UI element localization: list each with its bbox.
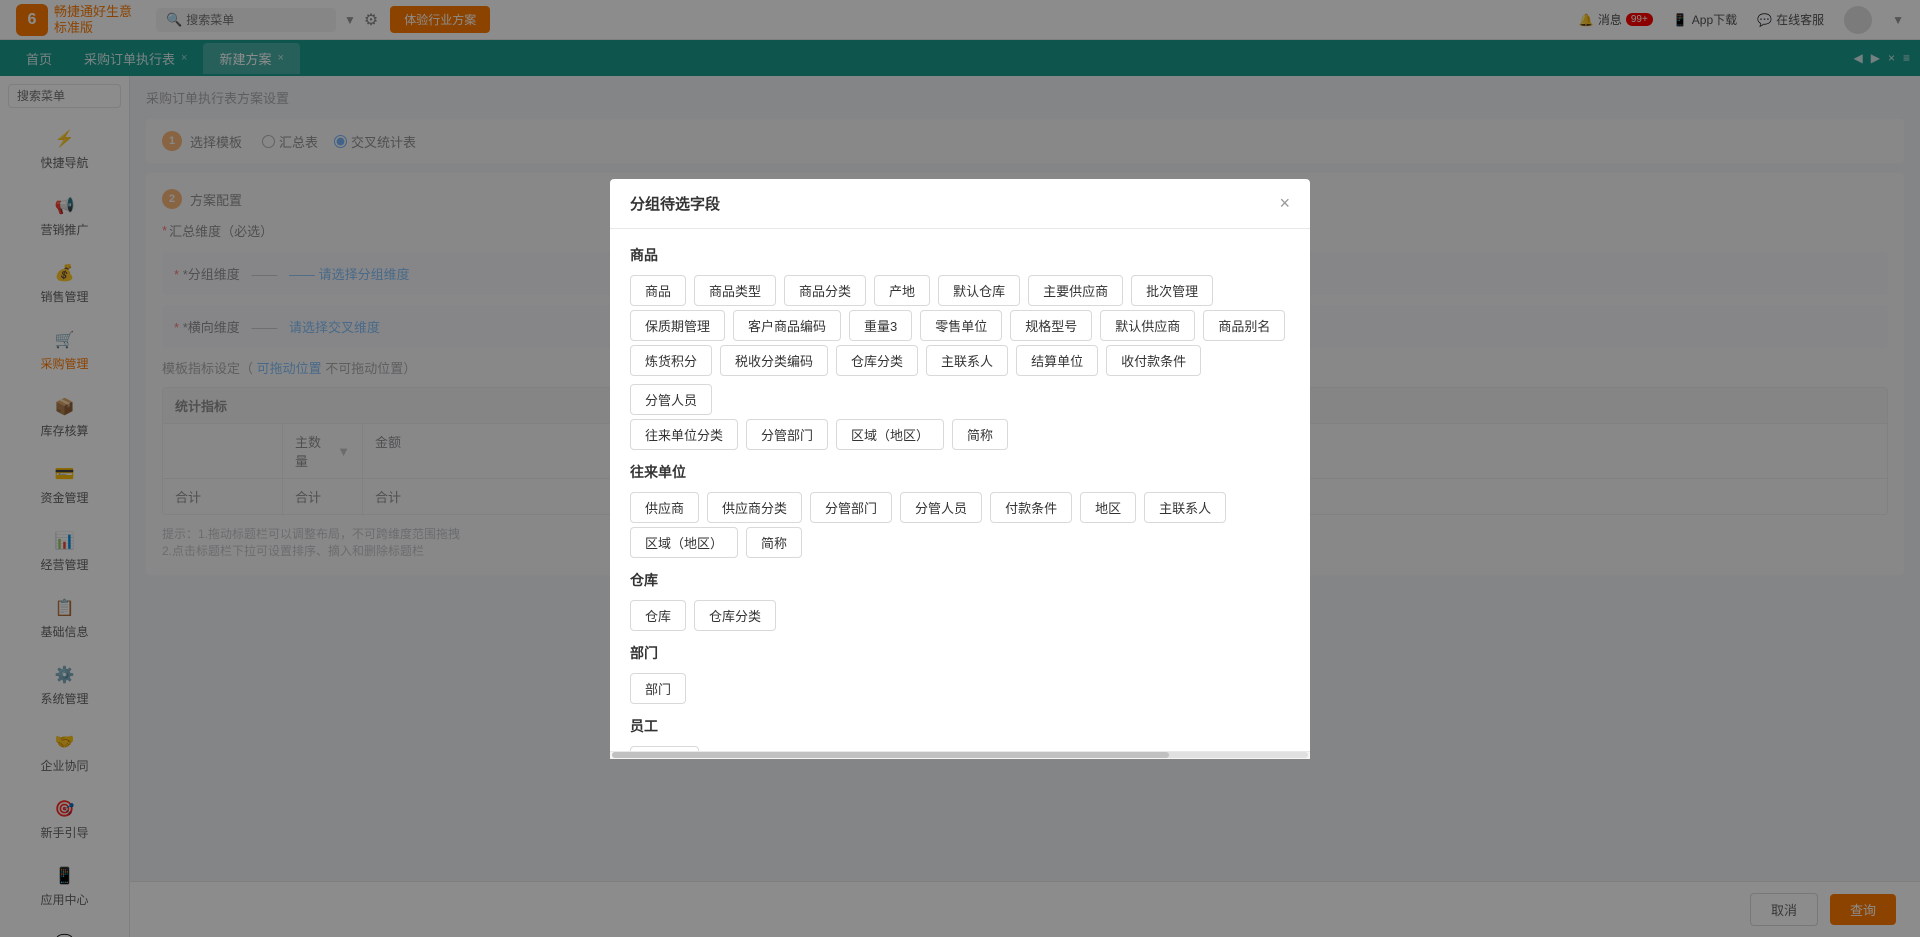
chip-payment-cond[interactable]: 付款条件 [990, 492, 1072, 523]
chip-dept-mgmt[interactable]: 分管部门 [746, 419, 828, 450]
chip-short-name[interactable]: 简称 [952, 419, 1008, 450]
chip-refine-points[interactable]: 炼货积分 [630, 345, 712, 376]
chip-area[interactable]: 地区 [1080, 492, 1136, 523]
modal-close-button[interactable]: × [1279, 193, 1290, 214]
chip-short-name2[interactable]: 简称 [746, 527, 802, 558]
chip-shelf-life[interactable]: 保质期管理 [630, 310, 725, 341]
section-product-chips4: 往来单位分类 分管部门 区域（地区） 简称 [630, 419, 1290, 450]
chip-supplier-category[interactable]: 供应商分类 [707, 492, 802, 523]
modal-title: 分组待选字段 [630, 193, 720, 214]
section-product-chips3: 炼货积分 税收分类编码 仓库分类 主联系人 结算单位 收付款条件 分管人员 [630, 345, 1290, 415]
section-product-title: 商品 [630, 245, 1290, 265]
chip-default-supplier[interactable]: 默认供应商 [1100, 310, 1195, 341]
chip-main-supplier[interactable]: 主要供应商 [1028, 275, 1123, 306]
chip-dept[interactable]: 分管部门 [810, 492, 892, 523]
chip-origin[interactable]: 产地 [874, 275, 930, 306]
modal-header: 分组待选字段 × [610, 179, 1310, 229]
chip-partner-category[interactable]: 往来单位分类 [630, 419, 738, 450]
chip-staff[interactable]: 分管人员 [900, 492, 982, 523]
chip-spec-model[interactable]: 规格型号 [1010, 310, 1092, 341]
section-product-chips2: 保质期管理 客户商品编码 重量3 零售单位 规格型号 默认供应商 商品别名 [630, 310, 1290, 341]
section-dept-title: 部门 [630, 643, 1290, 663]
chip-retail-unit[interactable]: 零售单位 [920, 310, 1002, 341]
modal-hscroll[interactable] [610, 751, 1310, 759]
chip-batch-mgmt[interactable]: 批次管理 [1131, 275, 1213, 306]
chip-customer-code[interactable]: 客户商品编码 [733, 310, 841, 341]
chip-department[interactable]: 部门 [630, 673, 686, 704]
chip-main-contact[interactable]: 主联系人 [926, 345, 1008, 376]
chip-default-warehouse[interactable]: 默认仓库 [938, 275, 1020, 306]
chip-region[interactable]: 区域（地区） [836, 419, 944, 450]
section-warehouse-title: 仓库 [630, 570, 1290, 590]
chip-supervisor[interactable]: 分管人员 [630, 384, 712, 415]
hscroll-thumb[interactable] [612, 752, 1169, 758]
chip-tax-code[interactable]: 税收分类编码 [720, 345, 828, 376]
field-select-modal: 分组待选字段 × 商品 商品 商品类型 商品分类 产地 默认仓库 主要供应商 批… [610, 179, 1310, 759]
chip-weight3[interactable]: 重量3 [849, 310, 912, 341]
chip-product[interactable]: 商品 [630, 275, 686, 306]
modal-overlay: 分组待选字段 × 商品 商品 商品类型 商品分类 产地 默认仓库 主要供应商 批… [0, 0, 1920, 937]
section-partner-title: 往来单位 [630, 462, 1290, 482]
chip-settlement-unit[interactable]: 结算单位 [1016, 345, 1098, 376]
chip-main-contact2[interactable]: 主联系人 [1144, 492, 1226, 523]
section-warehouse-chips: 仓库 仓库分类 [630, 600, 1290, 631]
chip-product-alias[interactable]: 商品别名 [1203, 310, 1285, 341]
chip-warehouse[interactable]: 仓库 [630, 600, 686, 631]
chip-wh-category[interactable]: 仓库分类 [836, 345, 918, 376]
section-product-chips: 商品 商品类型 商品分类 产地 默认仓库 主要供应商 批次管理 [630, 275, 1290, 306]
section-dept-chips: 部门 [630, 673, 1290, 704]
chip-payment-terms[interactable]: 收付款条件 [1106, 345, 1201, 376]
chip-product-category[interactable]: 商品分类 [784, 275, 866, 306]
chip-supplier[interactable]: 供应商 [630, 492, 699, 523]
chip-region2[interactable]: 区域（地区） [630, 527, 738, 558]
chip-wh-class[interactable]: 仓库分类 [694, 600, 776, 631]
section-partner-chips: 供应商 供应商分类 分管部门 分管人员 付款条件 地区 主联系人 [630, 492, 1290, 523]
section-partner-chips2: 区域（地区） 简称 [630, 527, 1290, 558]
section-employee-title: 员工 [630, 716, 1290, 736]
modal-body: 商品 商品 商品类型 商品分类 产地 默认仓库 主要供应商 批次管理 保质期管理… [610, 229, 1310, 751]
chip-product-type[interactable]: 商品类型 [694, 275, 776, 306]
